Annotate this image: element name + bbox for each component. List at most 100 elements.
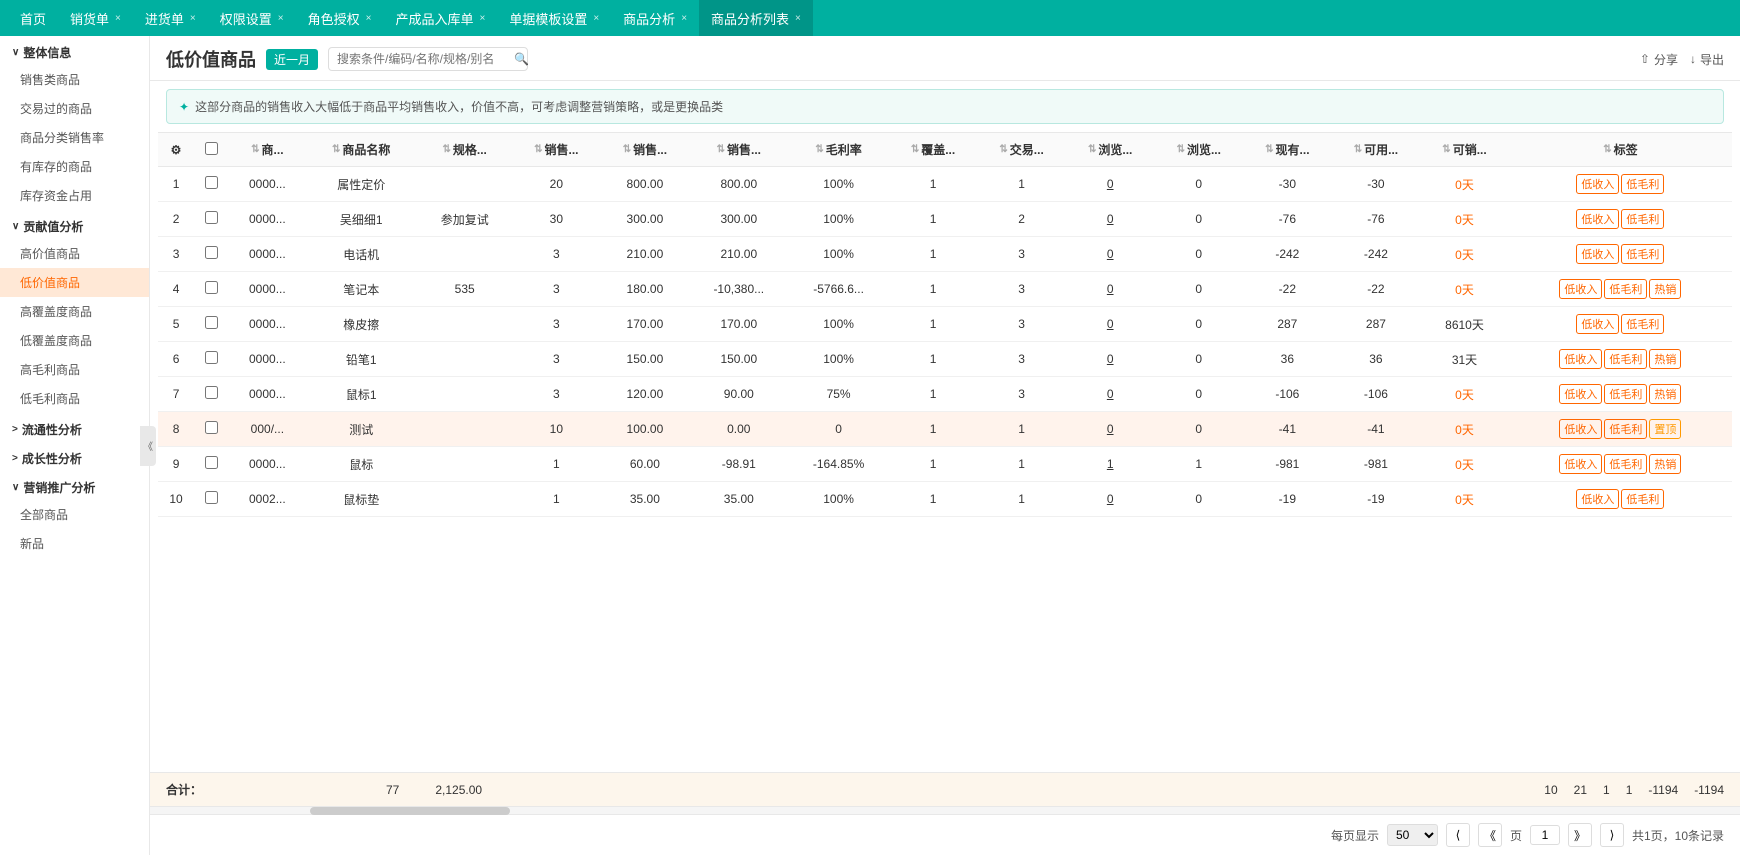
col-header-checkbox[interactable] — [194, 133, 229, 167]
row-checkbox[interactable] — [205, 351, 218, 364]
col-header-saleable[interactable]: ⇅可销... — [1420, 133, 1509, 167]
row-current: -242 — [1243, 237, 1332, 272]
nav-item-产成品入库单[interactable]: 产成品入库单× — [383, 0, 497, 36]
prev-page-button[interactable]: 《 — [1478, 823, 1502, 847]
per-page-select[interactable]: 50 100 — [1387, 824, 1438, 846]
col-header-settings[interactable]: ⚙ — [158, 133, 194, 167]
nav-item-角色授权[interactable]: 角色授权× — [296, 0, 384, 36]
col-header-code[interactable]: ⇅商... — [230, 133, 306, 167]
row-views1[interactable]: 0 — [1066, 482, 1155, 517]
col-header-tags[interactable]: ⇅标签 — [1509, 133, 1732, 167]
row-checkbox[interactable] — [205, 316, 218, 329]
nav-item-商品分析[interactable]: 商品分析× — [611, 0, 699, 36]
row-tags: 低收入低毛利热销 — [1509, 272, 1732, 307]
col-header-avg_amount[interactable]: ⇅销售... — [689, 133, 788, 167]
close-icon[interactable]: × — [115, 13, 121, 24]
sidebar-item-库存资金占用[interactable]: 库存资金占用 — [0, 181, 149, 210]
sidebar-group-整体信息[interactable]: ∨整体信息 — [0, 36, 149, 65]
row-checkbox[interactable] — [205, 176, 218, 189]
sidebar-item-低价值商品[interactable]: 低价值商品 — [0, 268, 149, 297]
nav-item-权限设置[interactable]: 权限设置× — [208, 0, 296, 36]
close-icon[interactable]: × — [366, 13, 372, 24]
sidebar-group-贡献值分析[interactable]: ∨贡献值分析 — [0, 210, 149, 239]
close-icon[interactable]: × — [593, 13, 599, 24]
sidebar-group-流通性分析[interactable]: >流通性分析 — [0, 413, 149, 442]
page-input[interactable] — [1530, 825, 1560, 845]
row-spec — [417, 377, 512, 412]
table-row: 20000...吴细细1参加复试30300.00300.00100%1200-7… — [158, 202, 1732, 237]
sidebar-group-成长性分析[interactable]: >成长性分析 — [0, 442, 149, 471]
col-header-qty[interactable]: ⇅销售... — [512, 133, 601, 167]
row-checkbox[interactable] — [205, 211, 218, 224]
nav-item-首页[interactable]: 首页 — [8, 0, 58, 36]
col-header-coverage[interactable]: ⇅覆盖... — [889, 133, 978, 167]
settings-icon[interactable]: ⚙ — [171, 143, 182, 157]
export-icon: ↓ — [1690, 52, 1696, 66]
nav-item-商品分析列表[interactable]: 商品分析列表× — [699, 0, 813, 36]
sidebar-item-低毛利商品[interactable]: 低毛利商品 — [0, 384, 149, 413]
row-views1[interactable]: 0 — [1066, 202, 1155, 237]
col-header-gross[interactable]: ⇅毛利率 — [788, 133, 888, 167]
row-num: 3 — [158, 237, 194, 272]
nav-item-销货单[interactable]: 销货单× — [58, 0, 133, 36]
sidebar-item-全部商品[interactable]: 全部商品 — [0, 500, 149, 529]
close-icon[interactable]: × — [278, 13, 284, 24]
sidebar-item-有库存的商品[interactable]: 有库存的商品 — [0, 152, 149, 181]
close-icon[interactable]: × — [190, 13, 196, 24]
col-header-name[interactable]: ⇅商品名称 — [305, 133, 417, 167]
total-amount: 2,125.00 — [435, 783, 482, 797]
sidebar-collapse-button[interactable]: 《 — [140, 426, 156, 466]
first-page-button[interactable]: ⟨ — [1446, 823, 1470, 847]
row-checkbox[interactable] — [205, 491, 218, 504]
row-views1[interactable]: 0 — [1066, 412, 1155, 447]
row-views2: 0 — [1154, 377, 1243, 412]
sidebar-item-交易过的商品[interactable]: 交易过的商品 — [0, 94, 149, 123]
search-input[interactable] — [328, 47, 528, 71]
nav-item-单据模板设置[interactable]: 单据模板设置× — [497, 0, 611, 36]
row-checkbox[interactable] — [205, 246, 218, 259]
sidebar-item-销售类商品[interactable]: 销售类商品 — [0, 65, 149, 94]
period-badge[interactable]: 近一月 — [266, 49, 318, 70]
col-header-views1[interactable]: ⇅浏览... — [1066, 133, 1155, 167]
sidebar-item-新品[interactable]: 新品 — [0, 529, 149, 558]
sidebar-item-高覆盖度商品[interactable]: 高覆盖度商品 — [0, 297, 149, 326]
row-views1[interactable]: 0 — [1066, 167, 1155, 202]
close-icon[interactable]: × — [479, 13, 485, 24]
col-header-spec[interactable]: ⇅规格... — [417, 133, 512, 167]
row-current: -19 — [1243, 482, 1332, 517]
row-views1[interactable]: 0 — [1066, 272, 1155, 307]
row-views1[interactable]: 0 — [1066, 342, 1155, 377]
col-header-trade[interactable]: ⇅交易... — [977, 133, 1066, 167]
close-icon[interactable]: × — [795, 13, 801, 24]
export-button[interactable]: ↓ 导出 — [1690, 51, 1724, 68]
scrollbar-thumb[interactable] — [310, 807, 510, 815]
sort-icon: ⇅ — [442, 144, 450, 155]
col-header-views2[interactable]: ⇅浏览... — [1154, 133, 1243, 167]
nav-item-进货单[interactable]: 进货单× — [133, 0, 208, 36]
row-views1[interactable]: 0 — [1066, 307, 1155, 342]
row-views1[interactable]: 0 — [1066, 237, 1155, 272]
col-header-available[interactable]: ⇅可用... — [1332, 133, 1421, 167]
sidebar-item-高价值商品[interactable]: 高价值商品 — [0, 239, 149, 268]
col-header-current[interactable]: ⇅现有... — [1243, 133, 1332, 167]
row-checkbox[interactable] — [205, 386, 218, 399]
sidebar-item-低覆盖度商品[interactable]: 低覆盖度商品 — [0, 326, 149, 355]
share-button[interactable]: ⇧ 分享 — [1640, 51, 1678, 68]
row-checkbox[interactable] — [205, 456, 218, 469]
table-row: 30000...电话机3210.00210.00100%1300-242-242… — [158, 237, 1732, 272]
row-tags: 低收入低毛利热销 — [1509, 342, 1732, 377]
sidebar-item-高毛利商品[interactable]: 高毛利商品 — [0, 355, 149, 384]
row-checkbox[interactable] — [205, 281, 218, 294]
row-views1[interactable]: 1 — [1066, 447, 1155, 482]
select-all-checkbox[interactable] — [205, 142, 218, 155]
row-checkbox[interactable] — [205, 421, 218, 434]
col-label-views1: 浏览... — [1098, 141, 1132, 158]
row-views1[interactable]: 0 — [1066, 377, 1155, 412]
sidebar-group-营销推广分析[interactable]: ∨营销推广分析 — [0, 471, 149, 500]
per-page-label: 每页显示 — [1331, 827, 1379, 844]
col-header-amount[interactable]: ⇅销售... — [601, 133, 690, 167]
next-page-button[interactable]: 》 — [1568, 823, 1592, 847]
close-icon[interactable]: × — [681, 13, 687, 24]
sidebar-item-商品分类销售率[interactable]: 商品分类销售率 — [0, 123, 149, 152]
last-page-button[interactable]: ⟩ — [1600, 823, 1624, 847]
